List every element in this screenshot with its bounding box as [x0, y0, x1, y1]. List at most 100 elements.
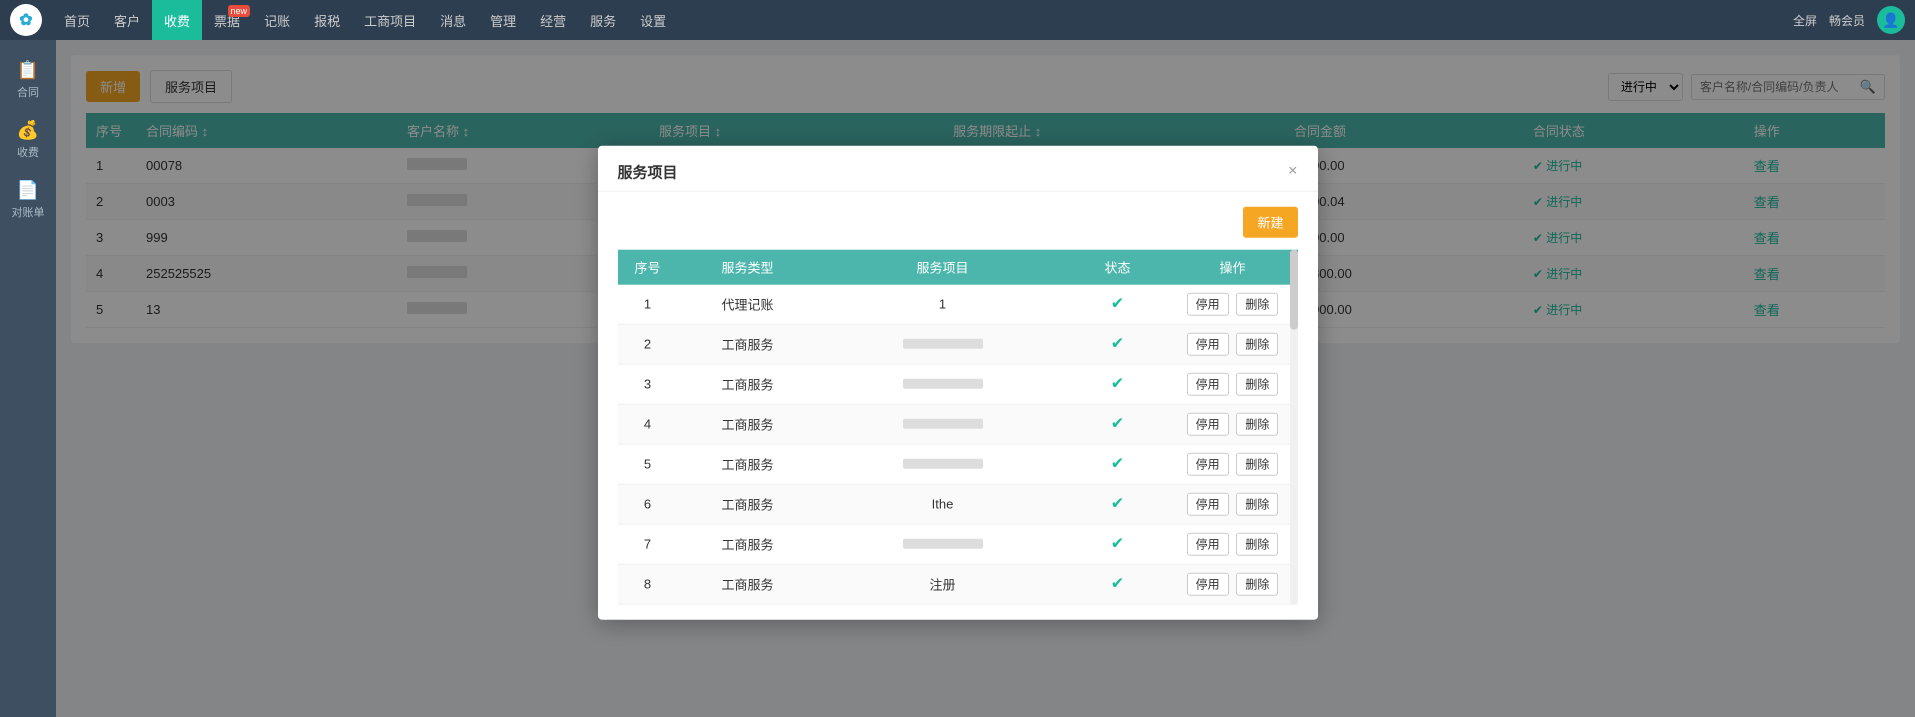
stop-button[interactable]: 停用	[1187, 532, 1229, 555]
modal-cell-status: ✔	[1068, 404, 1168, 444]
modal-cell-type: 工商服务	[678, 324, 818, 364]
modal-cell-action: 停用 删除	[1168, 364, 1298, 404]
modal-cell-item: Ithe	[818, 484, 1068, 524]
sidebar-label-statement: 对账单	[12, 204, 45, 220]
scrollbar-track	[1290, 249, 1298, 604]
modal-table-row: 6 工商服务 Ithe ✔ 停用 删除	[618, 484, 1298, 524]
status-check-icon: ✔	[1111, 376, 1124, 393]
left-sidebar: 📋 合同 💰 收费 📄 对账单	[0, 40, 56, 717]
modal-new-button[interactable]: 新建	[1243, 206, 1297, 237]
nav-operation[interactable]: 经营	[528, 0, 578, 40]
modal-cell-status: ✔	[1068, 564, 1168, 604]
nav-service[interactable]: 服务	[578, 0, 628, 40]
delete-button[interactable]: 删除	[1236, 332, 1278, 355]
modal-cell-item: 注册	[818, 564, 1068, 604]
modal-cell-status: ✔	[1068, 284, 1168, 324]
status-check-icon: ✔	[1111, 496, 1124, 513]
nav-tax[interactable]: 报税	[302, 0, 352, 40]
nav-business[interactable]: 工商项目	[352, 0, 428, 40]
modal-cell-seq: 3	[618, 364, 678, 404]
statement-icon: 📄	[17, 180, 39, 201]
stop-button[interactable]: 停用	[1187, 452, 1229, 475]
modal-cell-seq: 5	[618, 444, 678, 484]
delete-button[interactable]: 删除	[1236, 372, 1278, 395]
delete-button[interactable]: 删除	[1236, 412, 1278, 435]
modal-cell-seq: 8	[618, 564, 678, 604]
sidebar-item-statement[interactable]: 📄 对账单	[0, 170, 56, 230]
nav-message[interactable]: 消息	[428, 0, 478, 40]
modal-table-row: 1 代理记账 1 ✔ 停用 删除	[618, 284, 1298, 324]
modal-cell-action: 停用 删除	[1168, 444, 1298, 484]
sidebar-item-contract[interactable]: 📋 合同	[0, 50, 56, 110]
modal-table-row: 3 工商服务 ✔ 停用 删除	[618, 364, 1298, 404]
nav-bookkeeping[interactable]: 记账	[252, 0, 302, 40]
logo-icon: ✿	[19, 10, 32, 30]
nav-customer[interactable]: 客户	[102, 0, 152, 40]
modal-cell-item	[818, 364, 1068, 404]
modal-cell-seq: 2	[618, 324, 678, 364]
avatar[interactable]: 👤	[1877, 6, 1905, 34]
modal-cell-seq: 7	[618, 524, 678, 564]
modal-cell-action: 停用 删除	[1168, 524, 1298, 564]
top-navigation: ✿ 首页 客户 收费 票据 new 记账 报税 工商项目 消息 管理 经营 服务…	[0, 0, 1915, 40]
modal-col-item: 服务项目	[818, 249, 1068, 284]
modal-cell-action: 停用 删除	[1168, 284, 1298, 324]
delete-button[interactable]: 删除	[1236, 292, 1278, 315]
modal-cell-status: ✔	[1068, 444, 1168, 484]
modal-body: 新建 序号 服务类型 服务项目 状态 操作 1 代理记账 1 ✔ 停用	[598, 191, 1318, 619]
modal-col-seq: 序号	[618, 249, 678, 284]
new-badge: new	[228, 5, 251, 17]
modal-cell-seq: 1	[618, 284, 678, 324]
nav-manage[interactable]: 管理	[478, 0, 528, 40]
contract-icon: 📋	[17, 60, 39, 81]
modal-cell-type: 工商服务	[678, 524, 818, 564]
service-modal: 服务项目 × 新建 序号 服务类型 服务项目 状态 操作 1 代理记账	[598, 145, 1318, 619]
modal-cell-type: 代理记账	[678, 284, 818, 324]
stop-button[interactable]: 停用	[1187, 372, 1229, 395]
modal-cell-item	[818, 444, 1068, 484]
modal-cell-status: ✔	[1068, 324, 1168, 364]
nav-home[interactable]: 首页	[52, 0, 102, 40]
stop-button[interactable]: 停用	[1187, 492, 1229, 515]
modal-cell-item	[818, 404, 1068, 444]
modal-cell-item	[818, 524, 1068, 564]
service-items-table: 序号 服务类型 服务项目 状态 操作 1 代理记账 1 ✔ 停用 删除 2 工商…	[618, 249, 1298, 604]
nav-items: 首页 客户 收费 票据 new 记账 报税 工商项目 消息 管理 经营 服务 设…	[52, 0, 1793, 40]
delete-button[interactable]: 删除	[1236, 572, 1278, 595]
modal-cell-action: 停用 删除	[1168, 564, 1298, 604]
modal-col-type: 服务类型	[678, 249, 818, 284]
status-check-icon: ✔	[1111, 536, 1124, 553]
status-check-icon: ✔	[1111, 576, 1124, 593]
stop-button[interactable]: 停用	[1187, 332, 1229, 355]
status-check-icon: ✔	[1111, 416, 1124, 433]
stop-button[interactable]: 停用	[1187, 572, 1229, 595]
nav-settings[interactable]: 设置	[628, 0, 678, 40]
modal-table-row: 5 工商服务 ✔ 停用 删除	[618, 444, 1298, 484]
modal-cell-action: 停用 删除	[1168, 404, 1298, 444]
delete-button[interactable]: 删除	[1236, 452, 1278, 475]
status-check-icon: ✔	[1111, 336, 1124, 353]
sidebar-item-billing[interactable]: 💰 收费	[0, 110, 56, 170]
modal-table-row: 4 工商服务 ✔ 停用 删除	[618, 404, 1298, 444]
modal-col-action: 操作	[1168, 249, 1298, 284]
stop-button[interactable]: 停用	[1187, 412, 1229, 435]
modal-close-button[interactable]: ×	[1288, 163, 1297, 181]
sidebar-label-billing: 收费	[17, 144, 39, 160]
modal-cell-status: ✔	[1068, 484, 1168, 524]
scrollbar-thumb[interactable]	[1290, 249, 1298, 329]
billing-icon: 💰	[17, 120, 39, 141]
stop-button[interactable]: 停用	[1187, 292, 1229, 315]
delete-button[interactable]: 删除	[1236, 492, 1278, 515]
member-btn[interactable]: 畅会员	[1829, 12, 1865, 29]
modal-toolbar: 新建	[618, 206, 1298, 237]
modal-cell-type: 工商服务	[678, 444, 818, 484]
nav-billing[interactable]: 收费	[152, 0, 202, 40]
delete-button[interactable]: 删除	[1236, 532, 1278, 555]
status-check-icon: ✔	[1111, 296, 1124, 313]
modal-table-row: 7 工商服务 ✔ 停用 删除	[618, 524, 1298, 564]
modal-cell-action: 停用 删除	[1168, 484, 1298, 524]
sidebar-label-contract: 合同	[17, 84, 39, 100]
fullscreen-btn[interactable]: 全屏	[1793, 12, 1817, 29]
nav-invoice[interactable]: 票据 new	[202, 0, 252, 40]
modal-cell-action: 停用 删除	[1168, 324, 1298, 364]
